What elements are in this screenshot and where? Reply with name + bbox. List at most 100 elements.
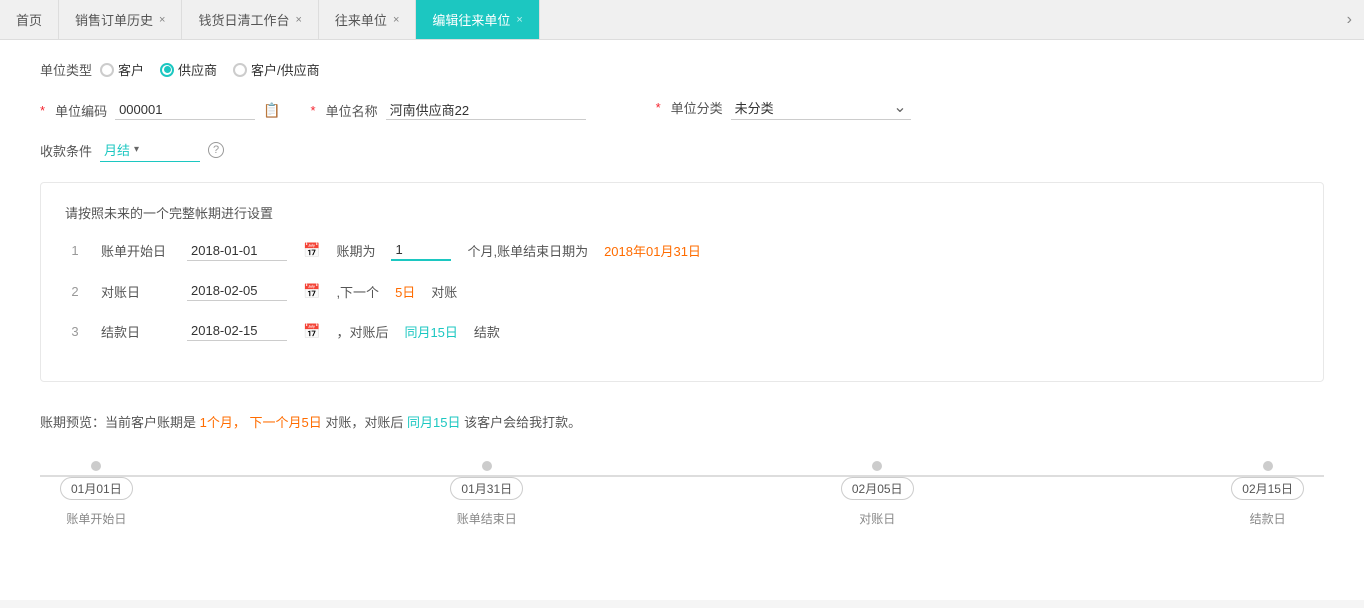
- unit-classify-required: *: [656, 100, 661, 115]
- radio-customer-circle: [100, 63, 114, 77]
- reconcile-after: 对账: [431, 282, 457, 301]
- tab-partner-label: 往来单位: [335, 10, 387, 29]
- timeline-point-1: 01月01日 账单开始日: [60, 461, 133, 527]
- radio-customer[interactable]: 客户: [100, 60, 144, 79]
- row1-label: 账单开始日: [101, 241, 171, 260]
- tab-edit-partner[interactable]: 编辑往来单位 ×: [416, 0, 539, 39]
- tab-partner[interactable]: 往来单位 ×: [319, 0, 416, 39]
- reconcile-highlight: 5日: [395, 282, 415, 301]
- timeline-sub-1: 账单开始日: [66, 510, 126, 527]
- timeline-point-3: 02月05日 对账日: [841, 461, 914, 527]
- radio-supplier-label: 供应商: [178, 60, 217, 79]
- timeline-badge-3: 02月05日: [841, 477, 914, 500]
- unit-classify-select[interactable]: 未分类 ⌄: [731, 95, 911, 120]
- payment-select[interactable]: 月结 ▾: [100, 138, 200, 162]
- tab-bar: 首页 销售订单历史 × 钱货日清工作台 × 往来单位 × 编辑往来单位 × ›: [0, 0, 1364, 40]
- timeline-point-2: 01月31日 账单结束日: [450, 461, 523, 527]
- radio-supplier[interactable]: 供应商: [160, 60, 217, 79]
- tab-partner-close[interactable]: ×: [393, 14, 399, 26]
- timeline-sub-4: 结款日: [1250, 510, 1286, 527]
- unit-code-item: * 单位编码 📋: [40, 100, 281, 120]
- timeline-dot-4: [1263, 461, 1273, 471]
- reconcile-cal-icon[interactable]: 📅: [303, 283, 320, 300]
- row2-num: 2: [65, 284, 85, 299]
- reconcile-before: ,下一个: [336, 282, 379, 301]
- unit-type-item: 单位类型 客户 供应商 客户/供应商: [40, 60, 320, 79]
- payment-item: 收款条件 月结 ▾ ?: [40, 138, 224, 162]
- row3-label: 结款日: [101, 322, 171, 341]
- tab-cash-work-close[interactable]: ×: [295, 14, 301, 26]
- radio-customer-label: 客户: [118, 60, 144, 79]
- timeline-badge-2: 01月31日: [450, 477, 523, 500]
- tab-edit-partner-label: 编辑往来单位: [432, 10, 510, 29]
- payment-chevron: ▾: [134, 144, 139, 155]
- row1-num: 1: [65, 243, 85, 258]
- payment-date-after: 结款: [474, 322, 500, 341]
- unit-type-row: 单位类型 客户 供应商 客户/供应商: [40, 60, 1324, 79]
- period-before-label: 账期为: [336, 241, 375, 260]
- bill-start-row: 1 账单开始日 📅 账期为 个月,账单结束日期为 2018年01月31日: [65, 240, 1299, 261]
- timeline-dot-3: [872, 461, 882, 471]
- radio-supplier-circle: [160, 63, 174, 77]
- timeline-sub-2: 账单结束日: [457, 510, 517, 527]
- copy-icon[interactable]: 📋: [263, 102, 280, 119]
- payment-value: 月结: [104, 140, 130, 159]
- tab-home-label: 首页: [16, 10, 42, 29]
- payment-label: 收款条件: [40, 141, 92, 160]
- section-box: 请按照未来的一个完整帐期进行设置 1 账单开始日 📅 账期为 个月,账单结束日期…: [40, 182, 1324, 382]
- timeline-dot-2: [482, 461, 492, 471]
- unit-classify-label: 单位分类: [671, 98, 723, 117]
- preview-part3: 同月15日: [407, 415, 460, 430]
- preview-part1: 1个月，: [200, 415, 246, 430]
- tab-edit-partner-close[interactable]: ×: [516, 14, 522, 26]
- section-title: 请按照未来的一个完整帐期进行设置: [65, 203, 1299, 222]
- tab-home[interactable]: 首页: [0, 0, 59, 39]
- tab-more-button[interactable]: ›: [1335, 11, 1364, 29]
- radio-group: 客户 供应商 客户/供应商: [100, 60, 320, 79]
- payment-date-input[interactable]: [187, 321, 287, 341]
- bill-end-date-highlight: 2018年01月31日: [604, 241, 701, 260]
- bill-start-date[interactable]: [187, 241, 287, 261]
- unit-classify-value: 未分类: [735, 98, 890, 117]
- row2-label: 对账日: [101, 282, 171, 301]
- timeline-points: 01月01日 账单开始日 01月31日 账单结束日 02月05日 对账日 02月…: [60, 461, 1304, 527]
- reconcile-date[interactable]: [187, 281, 287, 301]
- preview-prefix: 账期预览：当前客户账期是: [40, 415, 196, 430]
- payment-date-cal-icon[interactable]: 📅: [303, 323, 320, 340]
- unit-code-input[interactable]: [115, 100, 255, 120]
- unit-code-label: 单位编码: [55, 101, 107, 120]
- timeline-badge-1: 01月01日: [60, 477, 133, 500]
- timeline-dot-1: [91, 461, 101, 471]
- unit-code-required: *: [40, 103, 45, 118]
- reconcile-row: 2 对账日 📅 ,下一个 5日 对账: [65, 281, 1299, 301]
- timeline-sub-3: 对账日: [859, 510, 895, 527]
- tab-sales-history-label: 销售订单历史: [75, 10, 153, 29]
- preview-text: 账期预览：当前客户账期是 1个月， 下一个月5日 对账，对账后 同月15日 该客…: [40, 398, 1324, 451]
- help-icon[interactable]: ?: [208, 142, 224, 158]
- unit-classify-item: * 单位分类 未分类 ⌄: [656, 95, 911, 120]
- payment-date-before: ，对账后: [336, 322, 388, 341]
- radio-both-label: 客户/供应商: [251, 60, 320, 79]
- timeline-badge-4: 02月15日: [1231, 477, 1304, 500]
- tab-sales-history[interactable]: 销售订单历史 ×: [59, 0, 182, 39]
- tab-cash-work-label: 钱货日清工作台: [198, 10, 289, 29]
- payment-date-row: 3 结款日 📅 ，对账后 同月15日 结款: [65, 321, 1299, 341]
- period-after-label: 个月,账单结束日期为: [467, 241, 588, 260]
- tab-sales-history-close[interactable]: ×: [159, 14, 165, 26]
- timeline: 01月01日 账单开始日 01月31日 账单结束日 02月05日 对账日 02月…: [40, 461, 1324, 527]
- payment-row: 收款条件 月结 ▾ ?: [40, 138, 1324, 162]
- preview-middle: 对账，对账后: [325, 415, 403, 430]
- period-input[interactable]: [391, 240, 451, 261]
- payment-date-highlight: 同月15日: [404, 322, 457, 341]
- row3-num: 3: [65, 324, 85, 339]
- timeline-point-4: 02月15日 结款日: [1231, 461, 1304, 527]
- main-content: 单位类型 客户 供应商 客户/供应商 * 单位编码: [0, 40, 1364, 600]
- preview-part2: 下一个月5日: [250, 415, 322, 430]
- radio-both-circle: [233, 63, 247, 77]
- unit-name-label: 单位名称: [326, 101, 378, 120]
- unit-type-label: 单位类型: [40, 60, 92, 79]
- radio-both[interactable]: 客户/供应商: [233, 60, 320, 79]
- unit-name-input[interactable]: [386, 100, 586, 120]
- bill-start-cal-icon[interactable]: 📅: [303, 242, 320, 259]
- tab-cash-work[interactable]: 钱货日清工作台 ×: [182, 0, 318, 39]
